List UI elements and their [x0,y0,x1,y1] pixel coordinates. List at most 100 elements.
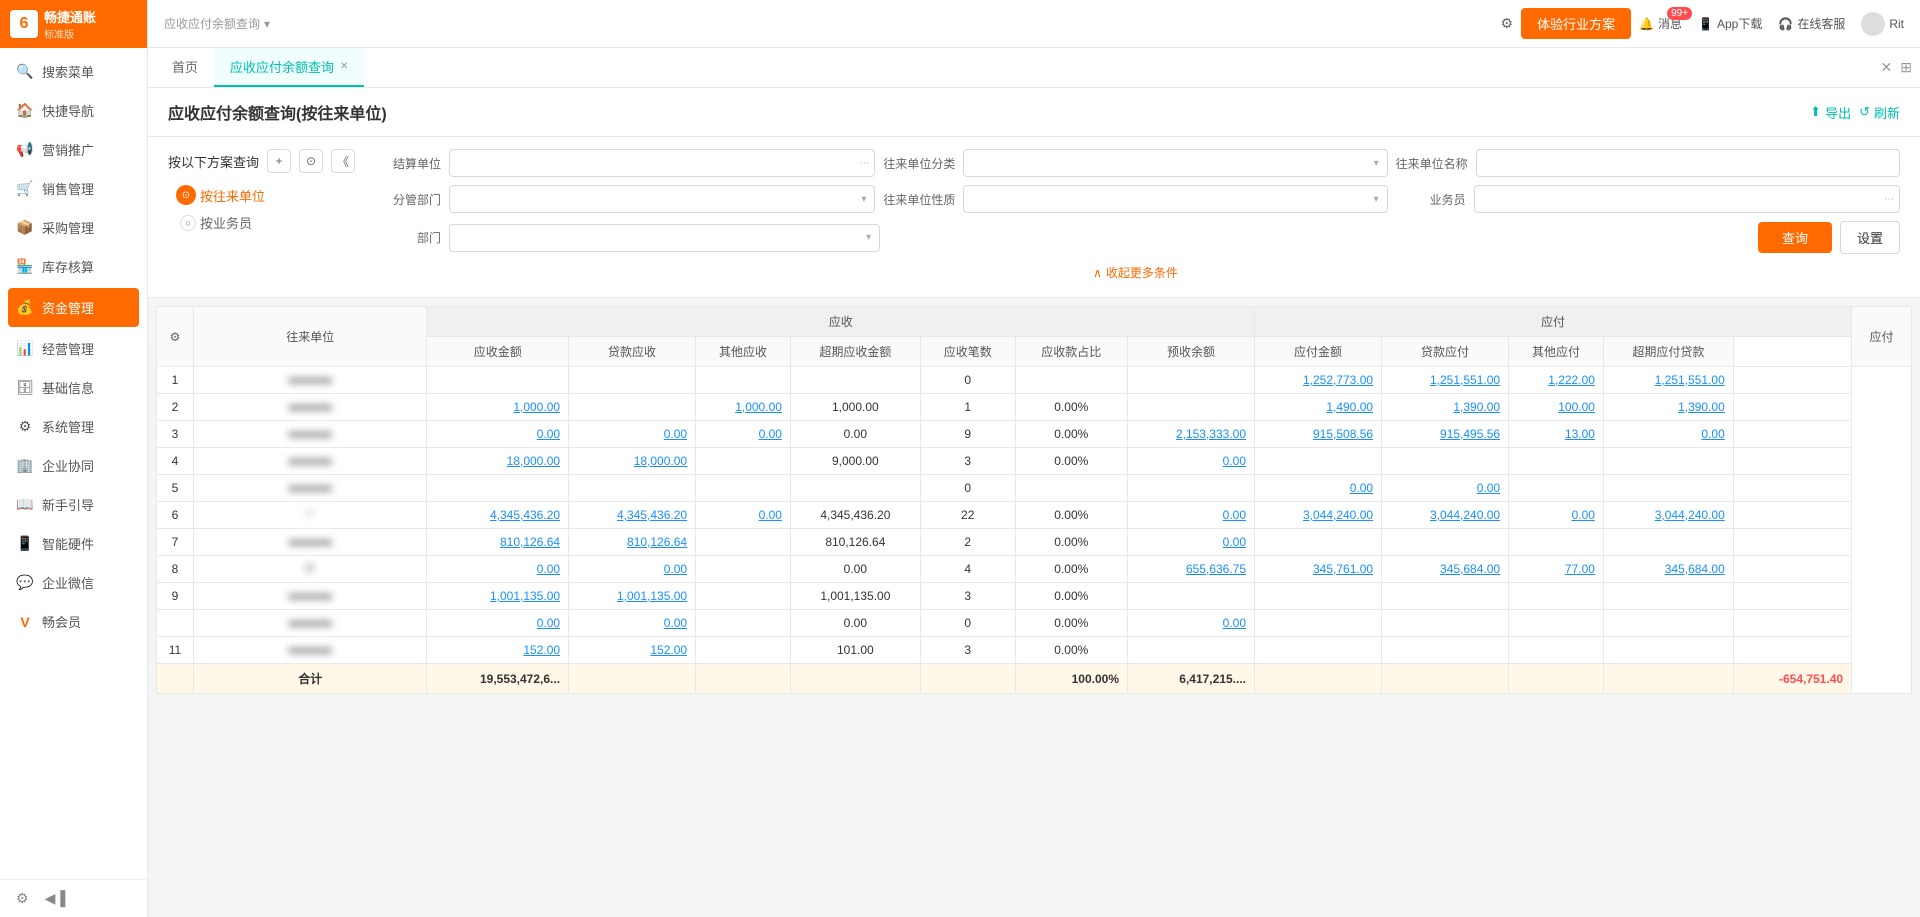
th-ar-loan: 贷款应收 [569,337,696,367]
promo-button[interactable]: 体验行业方案 [1521,8,1631,39]
close-window-icon[interactable]: ✕ [1881,59,1893,76]
sidebar-item-label: 搜索菜单 [42,62,94,81]
partner-name-input[interactable] [1476,149,1900,177]
scheme-icon: ⊙ [176,185,196,205]
tab-close-icon[interactable]: ✕ [340,61,348,72]
settlement-dots-icon[interactable]: ··· [859,158,869,169]
page-header: 应收应付余额查询(按往来单位) ⬆ 导出 ↺ 刷新 [148,88,1920,137]
salesperson-input[interactable] [1474,185,1900,213]
sidebar-item-label: 经营管理 [42,339,94,358]
collapse-icon[interactable]: ◀▐ [45,890,66,907]
sidebar-item-label: 企业协同 [42,456,94,475]
table-row: ●●●●●●0.000.000.0000.00%0.00 [157,610,1912,637]
add-scheme-button[interactable]: + [267,149,291,173]
online-service-button[interactable]: 🎧 在线客服 [1778,15,1845,32]
sidebar-item-sales[interactable]: 🛒 销售管理 [0,169,147,208]
app-download-button[interactable]: 📱 App下载 [1698,15,1762,32]
tab-ar-ap-label: 应收应付余额查询 [230,57,334,76]
table-row: 8P0.000.000.0040.00%655,636.75345,761.00… [157,556,1912,583]
sidebar-item-label: 新手引导 [42,495,94,514]
sidebar-item-label: 销售管理 [42,179,94,198]
filter-field-partner-nature: 往来单位性质 ▾ [883,185,1387,213]
settings-footer-icon[interactable]: ⚙ [16,890,29,907]
collapse-conditions-button[interactable]: ∧ 收起更多条件 [371,260,1900,285]
filter-scheme-panel: 按以下方案查询 + ⊙ 《 ⊙ 按往来单位 ○ 按业务员 [168,149,355,232]
department-label: 部门 [371,229,441,246]
partner-cell: ●●●●●● [194,610,427,637]
sidebar-item-hardware[interactable]: 📱 智能硬件 [0,524,147,563]
breadcrumb-dropdown-icon[interactable]: ▾ [264,17,270,31]
th-ap-loan: 贷款应付 [1382,337,1509,367]
settings-button[interactable]: 设置 [1840,221,1900,254]
logo-subtitle: 标准版 [44,26,96,41]
refresh-icon: ↺ [1859,104,1870,120]
export-icon: ⬆ [1810,104,1821,120]
settlement-input[interactable] [449,149,875,177]
refresh-button[interactable]: ↺ 刷新 [1859,103,1900,122]
table-row: 9●●●●●●1,001,135.001,001,135.001,001,135… [157,583,1912,610]
th-ar-group: 应收 [427,307,1255,337]
home-icon: 🏠 [16,102,34,119]
sidebar-item-basic[interactable]: 🗄 基础信息 [0,368,147,407]
sidebar-item-quick-nav[interactable]: 🏠 快捷导航 [0,91,147,130]
tab-home[interactable]: 首页 [156,48,214,87]
sidebar-item-finance[interactable]: 💰 资金管理 [8,288,139,327]
partner-cell: P [194,556,427,583]
table-config-icon[interactable]: ⚙ [165,327,185,347]
collapse-label: 收起更多条件 [1106,264,1178,281]
edit-scheme-button[interactable]: ⊙ [299,149,323,173]
scheme-by-staff[interactable]: ○ 按业务员 [176,213,355,232]
export-button[interactable]: ⬆ 导出 [1810,103,1851,122]
total-ap-amount: -654,751.40 [1733,664,1851,694]
query-button[interactable]: 查询 [1758,222,1832,253]
partner-nature-label: 往来单位性质 [883,191,955,208]
department-arrow-icon: ▾ [866,232,871,243]
refresh-label: 刷新 [1874,103,1900,122]
partner-cell: ●●●●●● [194,529,427,556]
wechat-icon: 💬 [16,574,34,591]
sidebar-item-operations[interactable]: 📊 经营管理 [0,329,147,368]
department-select[interactable]: ▾ [449,224,880,252]
sidebar-item-member[interactable]: V 畅会员 [0,602,147,641]
partner-cat-select[interactable]: ▾ [963,149,1387,177]
maximize-icon[interactable]: ⊞ [1900,59,1912,76]
username: Rit [1889,17,1904,31]
sidebar-item-label: 企业微信 [42,573,94,592]
filter-toolbar: 按以下方案查询 + ⊙ 《 [168,149,355,173]
collapse-up-icon: ∧ [1093,266,1102,280]
filter-field-department: 部门 ▾ [371,224,880,252]
sidebar-item-wechat[interactable]: 💬 企业微信 [0,563,147,602]
partner-cell: ●●●●●● [194,637,427,664]
purchase-icon: 📦 [16,219,34,236]
th-ar-count: 应收笔数 [920,337,1015,367]
partner-nature-arrow-icon: ▾ [1374,194,1379,205]
sidebar-item-corp[interactable]: 🏢 企业协同 [0,446,147,485]
tab-bar: 首页 应收应付余额查询 ✕ ✕ ⊞ [148,48,1920,88]
sidebar-item-label: 库存核算 [42,257,94,276]
total-ar-amount: 19,553,472,6... [427,664,569,694]
scheme-by-vendor-label: 按往来单位 [200,186,265,205]
salesperson-dots-icon[interactable]: ··· [1884,194,1894,205]
table-row: 11●●●●●●152.00152.00101.0030.00% [157,637,1912,664]
dept-select[interactable]: ▾ [449,185,875,213]
sidebar-item-system[interactable]: ⚙ 系统管理 [0,407,147,446]
th-ap-group: 应付 [1255,307,1852,337]
partner-cat-label: 往来单位分类 [883,155,955,172]
sidebar-item-marketing[interactable]: 📢 营销推广 [0,130,147,169]
sidebar-item-guide[interactable]: 📖 新手引导 [0,485,147,524]
th-ar-prepaid: 预收余额 [1127,337,1254,367]
page-title: 应收应付余额查询(按往来单位) [168,100,387,124]
header-gear-icon[interactable]: ⚙ [1501,15,1514,32]
scheme-by-vendor[interactable]: ⊙ 按往来单位 [176,185,355,205]
sidebar-item-inventory[interactable]: 🏪 库存核算 [0,247,147,286]
messages-button[interactable]: 🔔 消息 99+ [1639,15,1682,32]
sidebar-item-purchase[interactable]: 📦 采购管理 [0,208,147,247]
sidebar-item-search[interactable]: 🔍 搜索菜单 [0,52,147,91]
tab-ar-ap[interactable]: 应收应付余额查询 ✕ [214,48,364,87]
collapse-scheme-button[interactable]: 《 [331,149,355,173]
table-row: 4●●●●●●18,000.0018,000.009,000.0030.00%0… [157,448,1912,475]
user-menu[interactable]: Rit [1861,12,1904,36]
filter-field-dept: 分管部门 ▾ [371,185,875,213]
partner-nature-select[interactable]: ▾ [963,185,1387,213]
online-service-label: 在线客服 [1797,15,1845,32]
